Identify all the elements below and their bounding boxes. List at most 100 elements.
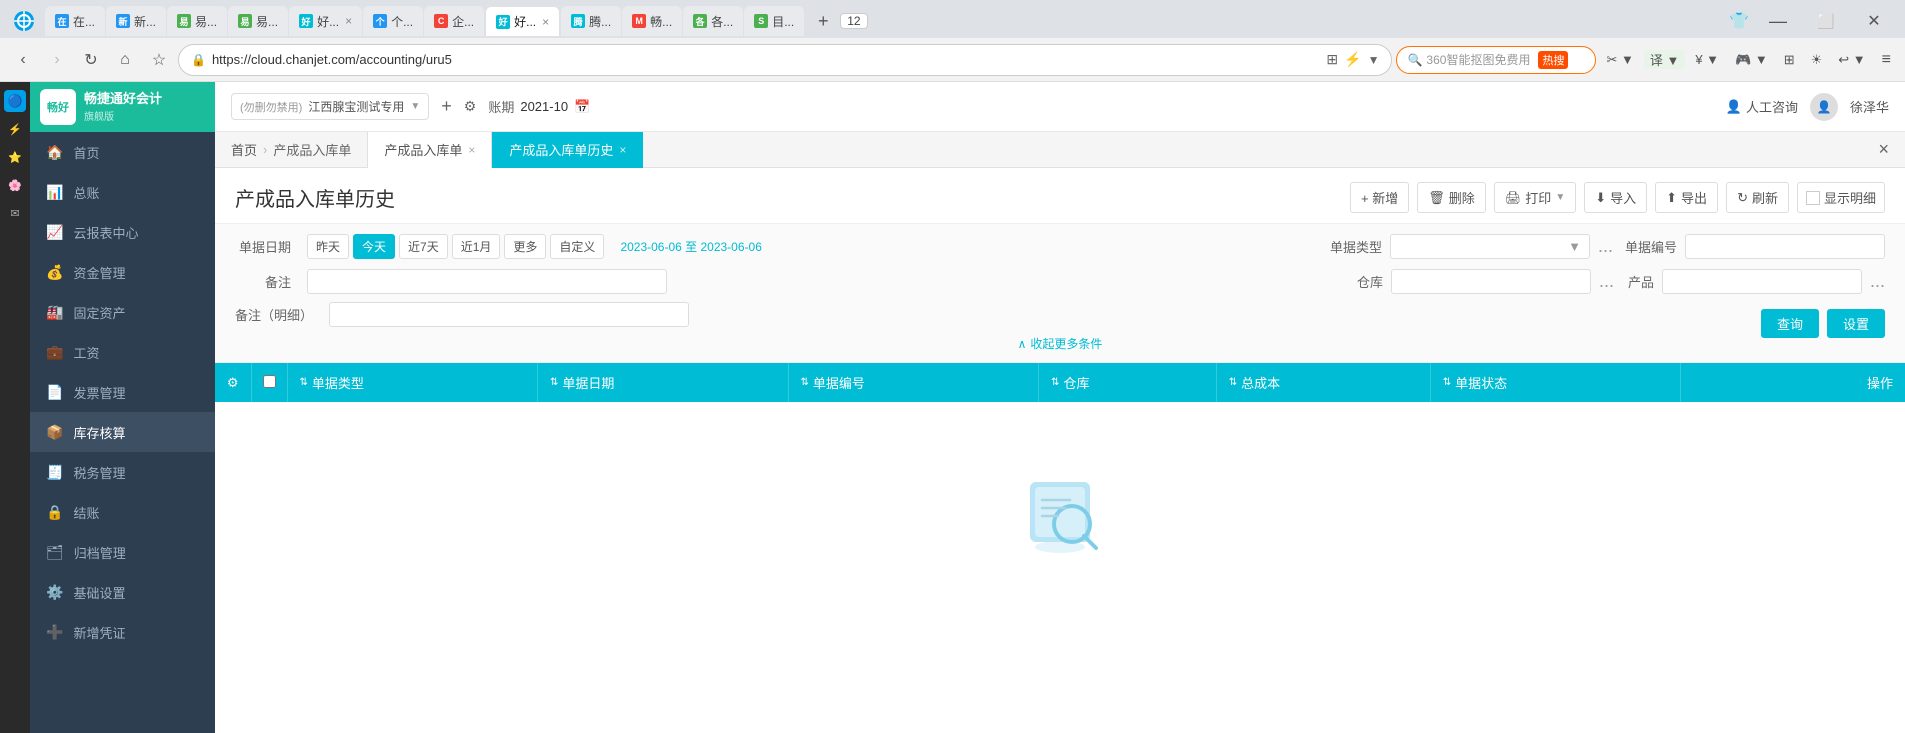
date-btn-7days[interactable]: 近7天 xyxy=(399,234,448,259)
tab-5[interactable]: 好 好... × xyxy=(289,6,362,36)
export-button[interactable]: ⬆ 导出 xyxy=(1655,182,1718,213)
tab-8-active[interactable]: 好 好... × xyxy=(485,6,560,36)
col-number[interactable]: ⇅ 单据编号 xyxy=(788,363,1039,402)
tab-7[interactable]: C 企... xyxy=(424,6,484,36)
query-button[interactable]: 查询 xyxy=(1761,309,1819,338)
sidebar-item-inventory[interactable]: 📦 库存核算 xyxy=(30,412,215,452)
sidebar-item-archive[interactable]: 🗂 归档管理 xyxy=(30,532,215,572)
minimize-button[interactable]: — xyxy=(1755,6,1801,36)
sidebar-icon-4[interactable]: 🌸 xyxy=(4,174,26,196)
collapse-button[interactable]: ∧ 收起更多条件 xyxy=(1018,335,1103,352)
sidebar-item-closing[interactable]: 🔒 结账 xyxy=(30,492,215,532)
delete-button[interactable]: 🗑 删除 xyxy=(1417,182,1486,213)
sidebar-icon-2[interactable]: ⚡ xyxy=(4,118,26,140)
col-checkbox[interactable] xyxy=(251,363,287,402)
forward-button[interactable]: › xyxy=(42,45,72,75)
tab-12[interactable]: S 目... xyxy=(744,6,804,36)
col-total-cost[interactable]: ⇅ 总成本 xyxy=(1216,363,1430,402)
translate-btn[interactable]: 译 ▼ xyxy=(1644,50,1685,69)
theme-btn[interactable]: ☀ xyxy=(1805,52,1829,68)
select-all-checkbox[interactable] xyxy=(263,375,276,388)
date-btn-today[interactable]: 今天 xyxy=(353,234,395,259)
customer-service-button[interactable]: 👤 人工咨询 xyxy=(1726,97,1798,116)
add-button[interactable]: + 新增 xyxy=(1350,182,1409,213)
tab-2[interactable]: 新 新... xyxy=(106,6,166,36)
refresh-data-button[interactable]: ↻ 刷新 xyxy=(1726,182,1789,213)
page-tab-0[interactable]: 产成品入库单 × xyxy=(367,132,492,168)
sidebar-item-ledger[interactable]: 📊 总账 xyxy=(30,172,215,212)
tab-10[interactable]: M 畅... xyxy=(622,6,682,36)
col-warehouse[interactable]: ⇅ 仓库 xyxy=(1039,363,1217,402)
tab-3[interactable]: 易 易... xyxy=(167,6,227,36)
col-settings[interactable]: ⚙ xyxy=(215,363,251,402)
tab-4[interactable]: 易 易... xyxy=(228,6,288,36)
lightning-icon[interactable]: ⚡ xyxy=(1344,51,1361,68)
print-button[interactable]: 🖨 打印 ▼ xyxy=(1494,182,1576,213)
company-settings-button[interactable]: ⚙ xyxy=(464,98,477,115)
panel-close-button[interactable]: × xyxy=(1862,139,1905,160)
sidebar-icon-5[interactable]: ✉ xyxy=(4,202,26,224)
remark-filter-input[interactable] xyxy=(307,269,667,294)
browser-logo[interactable] xyxy=(8,5,40,37)
undo-btn[interactable]: ↩ ▼ xyxy=(1832,52,1871,68)
settings-menu-btn[interactable]: ≡ xyxy=(1876,51,1897,69)
sidebar-item-report[interactable]: 📈 云报表中心 xyxy=(30,212,215,252)
game-btn[interactable]: 🎮 ▼ xyxy=(1729,52,1774,68)
type-filter-select[interactable]: ▼ xyxy=(1390,234,1590,259)
grid-view-btn[interactable]: ⊞ xyxy=(1778,52,1801,68)
close-window-button[interactable]: ✕ xyxy=(1851,6,1897,36)
date-btn-more[interactable]: 更多 xyxy=(504,234,546,259)
search-bar-360[interactable]: 🔍 360智能抠图免费用 热搜 xyxy=(1396,46,1596,74)
maximize-button[interactable]: ⬜ xyxy=(1803,6,1849,36)
date-btn-1month[interactable]: 近1月 xyxy=(452,234,501,259)
show-detail-toggle[interactable]: 显示明细 xyxy=(1797,182,1885,213)
date-btn-yesterday[interactable]: 昨天 xyxy=(307,234,349,259)
sidebar-item-payroll[interactable]: 💼 工资 xyxy=(30,332,215,372)
sidebar-icon-1[interactable]: 🔵 xyxy=(4,90,26,112)
sidebar-item-new-voucher[interactable]: ➕ 新增凭证 xyxy=(30,612,215,652)
import-button[interactable]: ⬇ 导入 xyxy=(1584,182,1647,213)
tab-11[interactable]: 各 各... xyxy=(683,6,743,36)
sidebar-item-invoice[interactable]: 📄 发票管理 xyxy=(30,372,215,412)
grid-icon[interactable]: ⊞ xyxy=(1326,51,1338,68)
product-dots[interactable]: ... xyxy=(1870,271,1885,292)
breadcrumb-home[interactable]: 首页 xyxy=(231,140,257,159)
sidebar-header[interactable]: 畅好 畅捷通好会计 旗舰版 xyxy=(30,82,215,132)
page-tab-1-close[interactable]: × xyxy=(619,143,626,157)
page-tab-0-close[interactable]: × xyxy=(468,143,475,157)
url-bar[interactable]: 🔒 https://cloud.chanjet.com/accounting/u… xyxy=(178,44,1392,76)
tab-6[interactable]: 个 个... xyxy=(363,6,423,36)
sidebar-item-fund[interactable]: 💰 资金管理 xyxy=(30,252,215,292)
col-status[interactable]: ⇅ 单据状态 xyxy=(1430,363,1681,402)
period-calendar-icon[interactable]: 📅 xyxy=(574,99,590,115)
bookmark-button[interactable]: ☆ xyxy=(144,45,174,75)
sidebar-item-tax[interactable]: 🧾 税务管理 xyxy=(30,452,215,492)
new-tab-button[interactable]: + xyxy=(809,7,837,35)
filter-settings-button[interactable]: 设置 xyxy=(1827,309,1885,338)
col-date[interactable]: ⇅ 单据日期 xyxy=(538,363,789,402)
shirt-icon[interactable]: 👕 xyxy=(1725,7,1753,35)
company-selector[interactable]: (勿删勿禁用) 江西腺宝测试专用 ▼ xyxy=(231,93,429,120)
warehouse-filter-input[interactable] xyxy=(1391,269,1591,294)
col-type[interactable]: ⇅ 单据类型 xyxy=(287,363,538,402)
tab-1[interactable]: 在 在... xyxy=(45,6,105,36)
tab-8-close[interactable]: × xyxy=(542,15,549,29)
sidebar-item-home[interactable]: 🏠 首页 xyxy=(30,132,215,172)
add-company-button[interactable]: + xyxy=(441,96,452,117)
number-filter-input[interactable] xyxy=(1685,234,1885,259)
product-filter-input[interactable] xyxy=(1662,269,1862,294)
user-avatar[interactable]: 👤 xyxy=(1810,93,1838,121)
tab-9[interactable]: 腾 腾... xyxy=(561,6,621,36)
page-tab-1-active[interactable]: 产成品入库单历史 × xyxy=(492,132,643,168)
sidebar-item-fixed-assets[interactable]: 🏭 固定资产 xyxy=(30,292,215,332)
sidebar-icon-3[interactable]: ⭐ xyxy=(4,146,26,168)
sidebar-item-settings[interactable]: ⚙️ 基础设置 xyxy=(30,572,215,612)
refresh-button[interactable]: ↻ xyxy=(76,45,106,75)
tab-5-close[interactable]: × xyxy=(345,14,352,28)
warehouse-dots[interactable]: ... xyxy=(1599,271,1614,292)
date-btn-custom[interactable]: 自定义 xyxy=(550,234,604,259)
yuan-btn[interactable]: ¥ ▼ xyxy=(1689,52,1725,67)
type-dots[interactable]: ... xyxy=(1598,236,1613,257)
home-button[interactable]: ⌂ xyxy=(110,45,140,75)
back-button[interactable]: ‹ xyxy=(8,45,38,75)
